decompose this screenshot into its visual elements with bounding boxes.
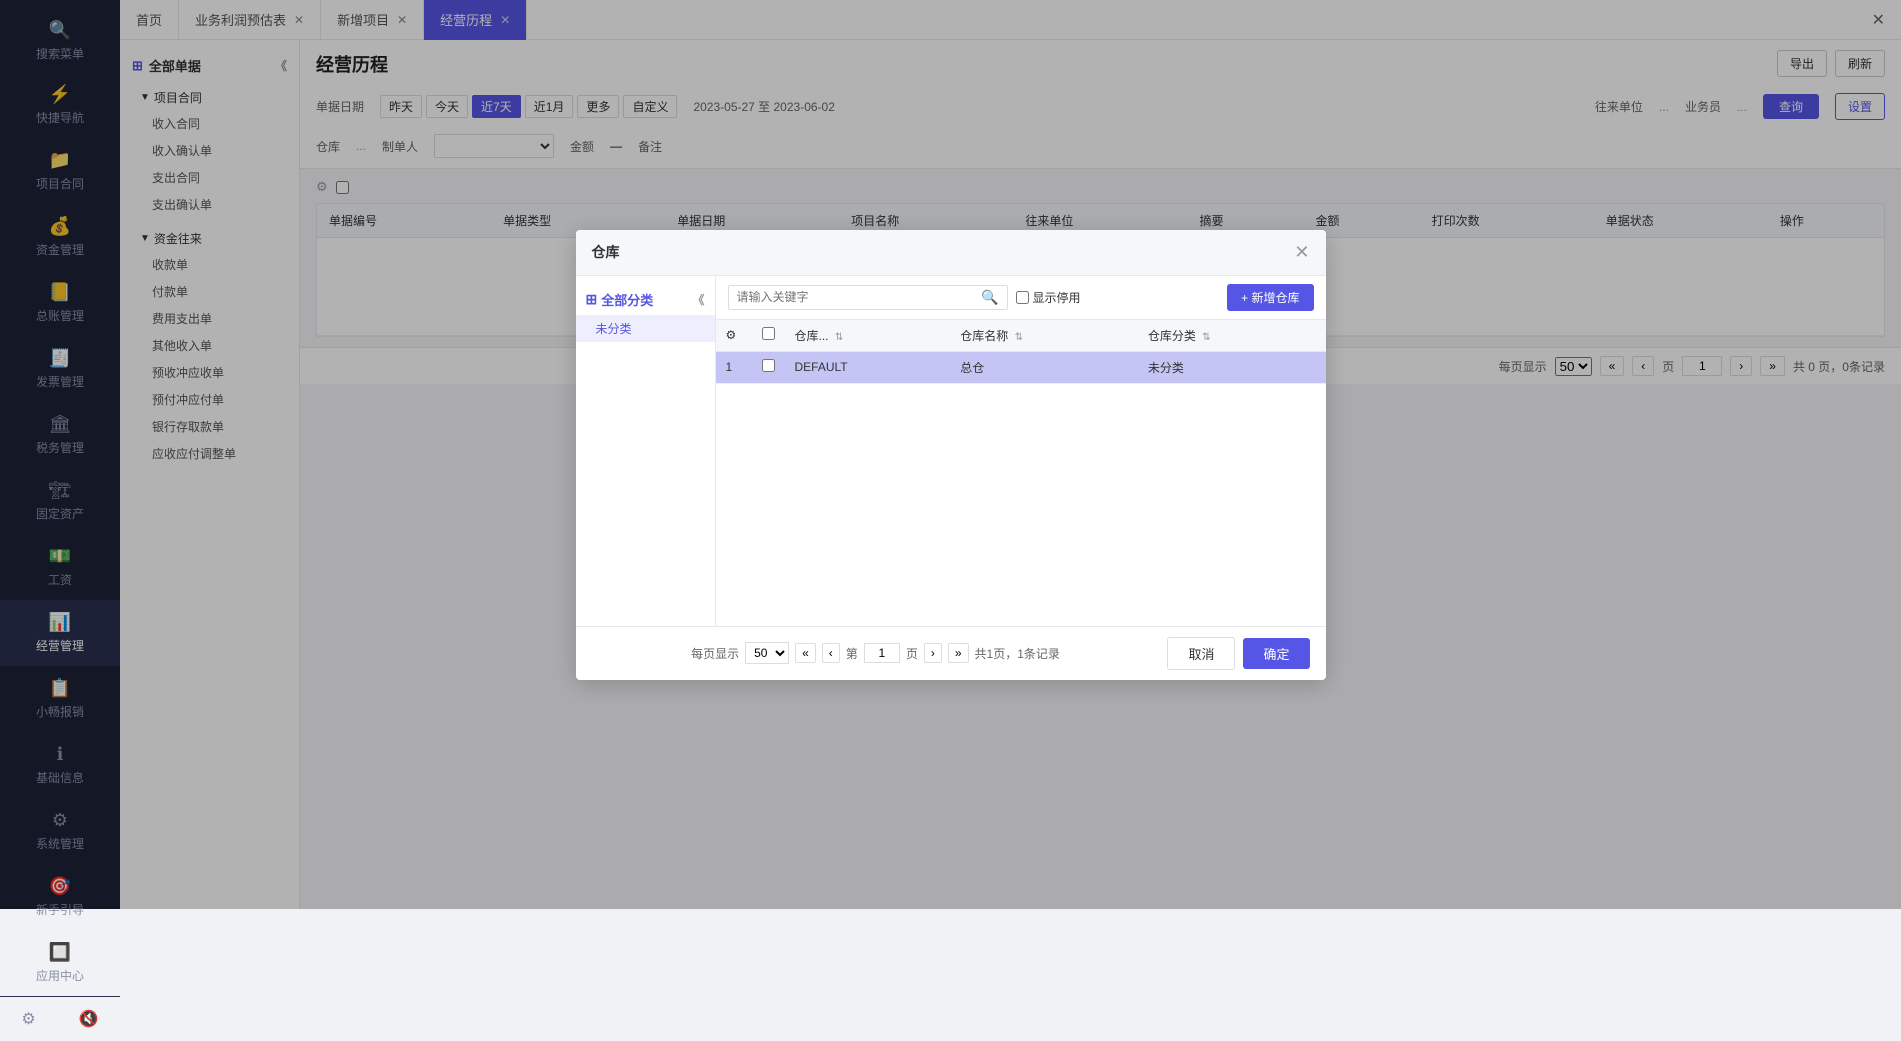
- sidebar-item-label: 应用中心: [36, 967, 84, 984]
- modal-overlay: 仓库 ✕ ⊞ 全部分类 《 未分类 🔍: [0, 0, 1901, 909]
- modal-table: ⚙ 仓库... ⇅ 仓库名称 ⇅: [716, 320, 1326, 384]
- modal-table-wrapper: ⚙ 仓库... ⇅ 仓库名称 ⇅: [716, 320, 1326, 626]
- modal-select-all[interactable]: [762, 327, 775, 340]
- modal-next-page-btn[interactable]: ›: [924, 643, 942, 663]
- confirm-button[interactable]: 确定: [1243, 638, 1309, 669]
- modal-tree: ⊞ 全部分类 《 未分类: [576, 276, 716, 626]
- modal-per-page-select[interactable]: 50: [745, 642, 789, 664]
- row-code: DEFAULT: [785, 351, 951, 383]
- sort-icon[interactable]: ⇅: [1202, 332, 1210, 343]
- modal-search-input[interactable]: [737, 290, 982, 304]
- row-num: 1: [716, 351, 752, 383]
- modal-page-unit: 页: [906, 645, 918, 662]
- table-row[interactable]: 1 DEFAULT 总仓 未分类: [716, 351, 1326, 383]
- col-warehouse-name: 仓库名称 ⇅: [950, 320, 1138, 352]
- sidebar-bottom: ⚙ 🔇: [0, 996, 120, 1041]
- modal-header: 仓库 ✕: [576, 230, 1326, 276]
- warehouse-modal: 仓库 ✕ ⊞ 全部分类 《 未分类 🔍: [576, 230, 1326, 680]
- add-warehouse-button[interactable]: + 新增仓库: [1227, 284, 1313, 311]
- col-warehouse-category: 仓库分类 ⇅: [1138, 320, 1326, 352]
- row-checkbox[interactable]: [752, 351, 785, 383]
- modal-search[interactable]: 🔍: [728, 285, 1008, 310]
- modal-first-page-btn[interactable]: «: [795, 643, 816, 663]
- col-warehouse-code: 仓库... ⇅: [785, 320, 951, 352]
- modal-tree-all-label: 全部分类: [601, 290, 653, 309]
- show-disabled-checkbox[interactable]: [1016, 291, 1029, 304]
- col-settings[interactable]: ⚙: [716, 320, 752, 352]
- modal-tree-header[interactable]: ⊞ 全部分类 《: [576, 284, 715, 315]
- modal-page-label: 第: [846, 645, 858, 662]
- sound-icon[interactable]: 🔇: [79, 1009, 99, 1029]
- per-page-label: 每页显示: [691, 645, 739, 662]
- cancel-button[interactable]: 取消: [1167, 637, 1235, 670]
- modal-toolbar: 🔍 显示停用 + 新增仓库: [716, 276, 1326, 320]
- modal-right: 🔍 显示停用 + 新增仓库 ⚙: [716, 276, 1326, 626]
- sort-icon[interactable]: ⇅: [835, 332, 843, 343]
- row-category: 未分类: [1138, 351, 1326, 383]
- modal-tree-collapse-btn[interactable]: 《: [692, 291, 704, 308]
- sidebar-item-app-center[interactable]: 🔲 应用中心: [0, 930, 120, 996]
- modal-pagination: 每页显示 50 « ‹ 第 页 › » 共1页，1条记录: [592, 642, 1160, 664]
- modal-prev-page-btn[interactable]: ‹: [822, 643, 840, 663]
- show-disabled-label[interactable]: 显示停用: [1016, 289, 1081, 306]
- modal-title: 仓库: [592, 242, 620, 262]
- search-icon: 🔍: [981, 289, 998, 306]
- col-checkbox: [752, 320, 785, 352]
- modal-last-page-btn[interactable]: »: [948, 643, 969, 663]
- modal-body: ⊞ 全部分类 《 未分类 🔍 显示停用: [576, 276, 1326, 626]
- grid-icon: ⊞: [586, 291, 598, 308]
- modal-close-btn[interactable]: ✕: [1294, 242, 1309, 263]
- app-center-icon: 🔲: [49, 942, 71, 963]
- modal-footer: 每页显示 50 « ‹ 第 页 › » 共1页，1条记录 取消 确定: [576, 626, 1326, 680]
- sort-icon[interactable]: ⇅: [1015, 332, 1023, 343]
- row-name: 总仓: [950, 351, 1138, 383]
- modal-tree-item-unclassified[interactable]: 未分类: [576, 315, 715, 342]
- modal-page-input[interactable]: [864, 643, 900, 663]
- settings-icon[interactable]: ⚙: [21, 1009, 35, 1029]
- modal-total-info: 共1页，1条记录: [975, 645, 1060, 662]
